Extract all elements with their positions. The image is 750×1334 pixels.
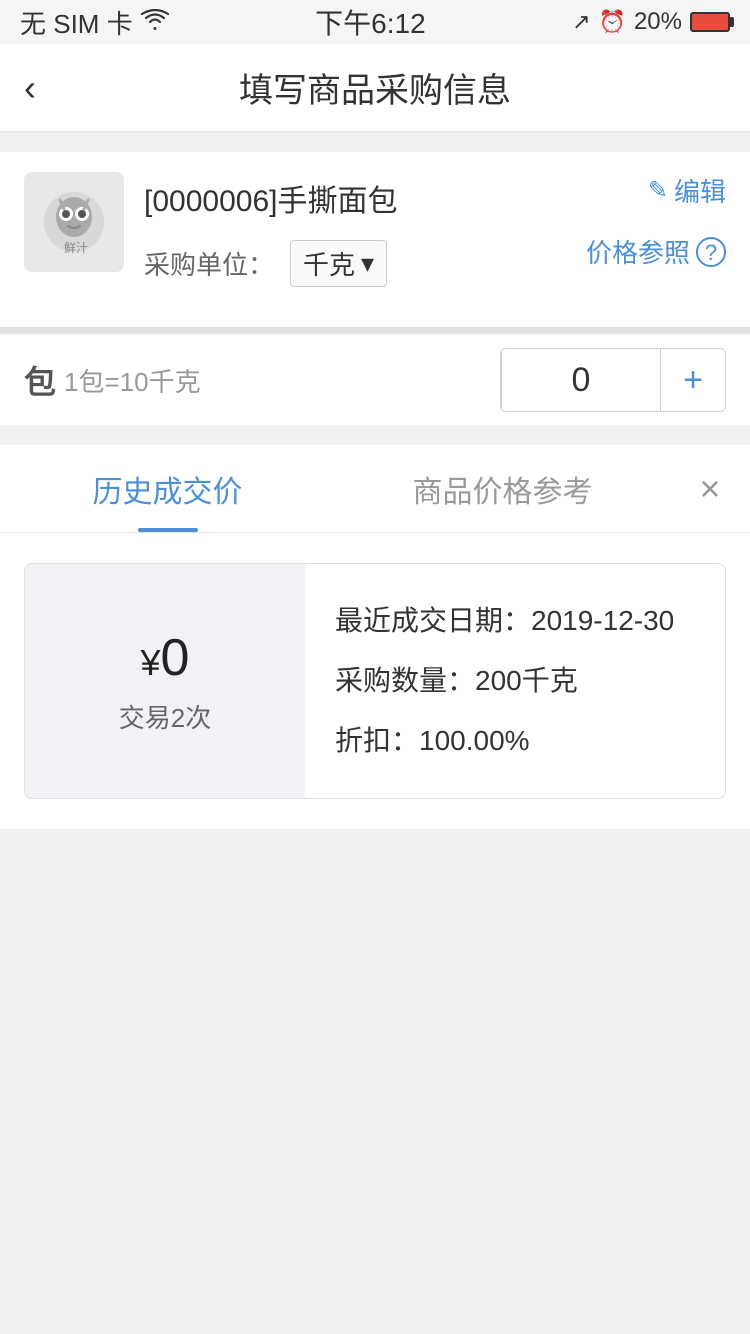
bag-conversion: 1包=10千克 xyxy=(64,362,201,399)
unit-label: 采购单位： xyxy=(144,245,274,282)
discount-value: 100.00% xyxy=(419,725,530,756)
price-card-container: ¥0 交易2次 最近成交日期：2019-12-30 采购数量：200千克 折扣：… xyxy=(0,533,750,829)
section-divider xyxy=(0,327,750,333)
product-left: 鲜汁 [0000006]手撕面包 采购单位： 千克 ▾ xyxy=(24,172,397,287)
price-left-panel: ¥0 交易2次 xyxy=(25,564,305,798)
discount-row: 折扣：100.00% xyxy=(335,720,695,762)
purchase-qty-row: 采购数量：200千克 xyxy=(335,660,695,702)
page-title: 填写商品采购信息 xyxy=(239,63,511,112)
back-button[interactable]: ‹ xyxy=(24,67,36,109)
discount-label: 折扣： xyxy=(335,725,419,756)
price-ref-button[interactable]: 价格参照 ? xyxy=(586,233,726,270)
battery-percent: 20% xyxy=(634,8,682,36)
carrier-text: 无 SIM 卡 xyxy=(20,4,133,41)
edit-label: 编辑 xyxy=(674,172,726,209)
bag-icon: 包 xyxy=(24,357,56,403)
bag-label: 包 1包=10千克 xyxy=(24,357,201,403)
price-right-panel: 最近成交日期：2019-12-30 采购数量：200千克 折扣：100.00% xyxy=(305,564,725,798)
status-right: ↗ ⏰ 20% xyxy=(572,8,730,36)
alarm-icon: ⏰ xyxy=(599,9,626,35)
status-left: 无 SIM 卡 xyxy=(20,4,169,41)
product-header: 鲜汁 [0000006]手撕面包 采购单位： 千克 ▾ ✎ xyxy=(24,172,726,287)
tabs-section: 历史成交价 商品价格参考 × ¥0 交易2次 最近成交日期：2019-12-30 xyxy=(0,445,750,829)
purchase-qty-label: 采购数量： xyxy=(335,665,475,696)
tab-price-ref[interactable]: 商品价格参考 xyxy=(335,445,670,532)
location-icon: ↗ xyxy=(572,9,590,35)
edit-icon: ✎ xyxy=(648,176,668,205)
unit-value: 千克 xyxy=(303,245,355,282)
recent-date-value: 2019-12-30 xyxy=(531,605,674,636)
price-amount: ¥0 xyxy=(141,628,190,688)
unit-select[interactable]: 千克 ▾ xyxy=(290,240,387,287)
tab-price-ref-label: 商品价格参考 xyxy=(413,467,593,511)
price-ref-label: 价格参照 xyxy=(586,233,690,270)
quantity-value[interactable]: 0 xyxy=(501,349,661,411)
quantity-control: 0 + xyxy=(500,348,726,412)
edit-button[interactable]: ✎ 编辑 xyxy=(648,172,726,209)
tab-history-price[interactable]: 历史成交价 xyxy=(0,445,335,532)
status-time: 下午6:12 xyxy=(315,2,426,42)
tabs-close-button[interactable]: × xyxy=(670,468,750,510)
product-info: [0000006]手撕面包 采购单位： 千克 ▾ xyxy=(144,172,397,287)
unit-arrow: ▾ xyxy=(361,248,374,279)
battery-icon xyxy=(690,12,730,32)
quantity-plus-button[interactable]: + xyxy=(661,349,725,411)
main-body: 鲜汁 [0000006]手撕面包 采购单位： 千克 ▾ ✎ xyxy=(0,152,750,952)
price-value: 0 xyxy=(161,629,190,687)
nav-bar: ‹ 填写商品采购信息 xyxy=(0,44,750,132)
product-image: 鲜汁 xyxy=(24,172,124,272)
product-unit-row: 采购单位： 千克 ▾ xyxy=(144,240,397,287)
price-transactions: 交易2次 xyxy=(119,698,211,735)
recent-date-row: 最近成交日期：2019-12-30 xyxy=(335,600,695,642)
price-card: ¥0 交易2次 最近成交日期：2019-12-30 采购数量：200千克 折扣：… xyxy=(24,563,726,799)
purchase-qty-value: 200千克 xyxy=(475,665,578,696)
wifi-icon xyxy=(141,7,169,38)
status-bar: 无 SIM 卡 下午6:12 ↗ ⏰ 20% xyxy=(0,0,750,44)
product-section: 鲜汁 [0000006]手撕面包 采购单位： 千克 ▾ ✎ xyxy=(0,152,750,327)
product-name: [0000006]手撕面包 xyxy=(144,176,397,220)
currency-symbol: ¥ xyxy=(141,642,161,683)
price-ref-help-icon: ? xyxy=(696,237,726,267)
tabs-header: 历史成交价 商品价格参考 × xyxy=(0,445,750,533)
product-right: ✎ 编辑 价格参照 ? xyxy=(586,172,726,270)
svg-text:鲜汁: 鲜汁 xyxy=(64,241,88,255)
quantity-section: 包 1包=10千克 0 + xyxy=(0,335,750,425)
recent-date-label: 最近成交日期： xyxy=(335,605,531,636)
tab-history-label: 历史成交价 xyxy=(93,467,243,511)
